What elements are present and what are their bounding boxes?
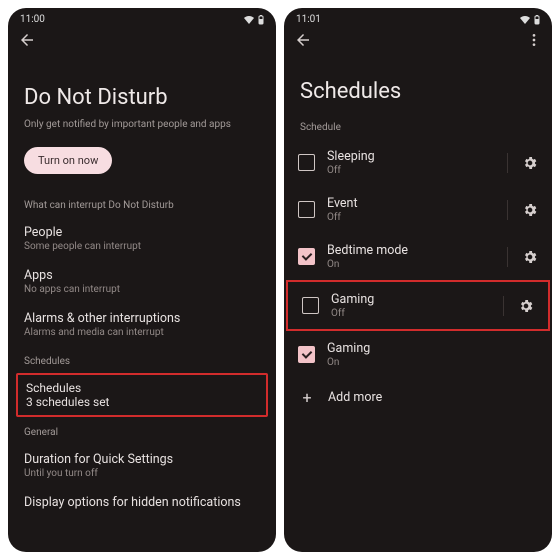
checkbox[interactable] [298, 154, 315, 171]
phone-schedules: 11:01 Schedules Schedule SleepingOffEven… [284, 8, 552, 552]
gear-icon[interactable] [518, 298, 534, 314]
row-title: Sleeping [327, 149, 495, 164]
turn-on-button[interactable]: Turn on now [24, 147, 112, 174]
divider [503, 296, 504, 316]
schedule-row[interactable]: SleepingOff [284, 139, 552, 186]
schedule-row[interactable]: GamingOff [286, 280, 550, 331]
row-desc: Some people can interrupt [24, 241, 260, 252]
gear-icon[interactable] [522, 249, 538, 265]
checkbox[interactable] [302, 297, 319, 314]
schedule-row[interactable]: GamingOn [284, 331, 552, 378]
clock: 11:01 [296, 14, 321, 25]
row-add-more[interactable]: + Add more [284, 378, 552, 416]
section-schedule: Schedule [284, 112, 552, 139]
row-desc: Off [331, 308, 491, 319]
row-desc: Alarms and media can interrupt [24, 327, 260, 338]
row-desc: Until you turn off [24, 468, 260, 479]
wifi-icon [520, 16, 530, 24]
back-icon[interactable] [18, 31, 36, 49]
row-desc: 3 schedules set [26, 395, 258, 409]
battery-icon [258, 15, 264, 25]
section-general: General [8, 417, 276, 444]
back-icon[interactable] [294, 31, 312, 49]
section-interrupt: What can interrupt Do Not Disturb [8, 190, 276, 217]
page-subtitle: Only get notified by important people an… [8, 118, 276, 143]
checkbox[interactable] [298, 248, 315, 265]
row-duration[interactable]: Duration for Quick Settings Until you tu… [8, 444, 276, 487]
row-desc: Off [327, 212, 495, 223]
divider [507, 153, 508, 173]
section-schedules: Schedules [8, 346, 276, 373]
app-bar [284, 27, 552, 49]
divider [507, 200, 508, 220]
page-title: Schedules [284, 49, 552, 112]
schedule-row[interactable]: EventOff [284, 186, 552, 233]
status-bar: 11:01 [284, 8, 552, 27]
row-title: Duration for Quick Settings [24, 452, 260, 467]
divider [507, 247, 508, 267]
app-bar [8, 27, 276, 49]
row-title: Apps [24, 268, 260, 283]
row-title: People [24, 225, 260, 240]
gear-icon[interactable] [522, 155, 538, 171]
battery-icon [534, 15, 540, 25]
row-desc: On [327, 259, 495, 270]
row-title: Alarms & other interruptions [24, 311, 260, 326]
checkbox[interactable] [298, 346, 315, 363]
schedule-row[interactable]: Bedtime modeOn [284, 233, 552, 280]
plus-icon: + [298, 388, 316, 406]
row-schedules[interactable]: Schedules 3 schedules set [16, 373, 268, 417]
row-title: Add more [328, 390, 538, 405]
row-title: Gaming [331, 292, 491, 307]
schedule-list: SleepingOffEventOffBedtime modeOnGamingO… [284, 139, 552, 378]
row-title: Bedtime mode [327, 243, 495, 258]
page-title: Do Not Disturb [8, 49, 276, 118]
row-desc: No apps can interrupt [24, 284, 260, 295]
row-desc: Off [327, 165, 495, 176]
checkbox[interactable] [298, 201, 315, 218]
row-title: Schedules [26, 381, 258, 395]
row-alarms[interactable]: Alarms & other interruptions Alarms and … [8, 303, 276, 346]
wifi-icon [244, 16, 254, 24]
row-title: Gaming [327, 341, 538, 356]
gear-icon[interactable] [522, 202, 538, 218]
more-icon[interactable] [526, 32, 542, 48]
row-title: Event [327, 196, 495, 211]
row-apps[interactable]: Apps No apps can interrupt [8, 260, 276, 303]
row-people[interactable]: People Some people can interrupt [8, 217, 276, 260]
row-desc: On [327, 357, 538, 368]
row-title: Display options for hidden notifications [24, 495, 260, 510]
clock: 11:00 [20, 14, 45, 25]
status-bar: 11:00 [8, 8, 276, 27]
phone-dnd: 11:00 Do Not Disturb Only get notified b… [8, 8, 276, 552]
row-display-options[interactable]: Display options for hidden notifications [8, 487, 276, 518]
